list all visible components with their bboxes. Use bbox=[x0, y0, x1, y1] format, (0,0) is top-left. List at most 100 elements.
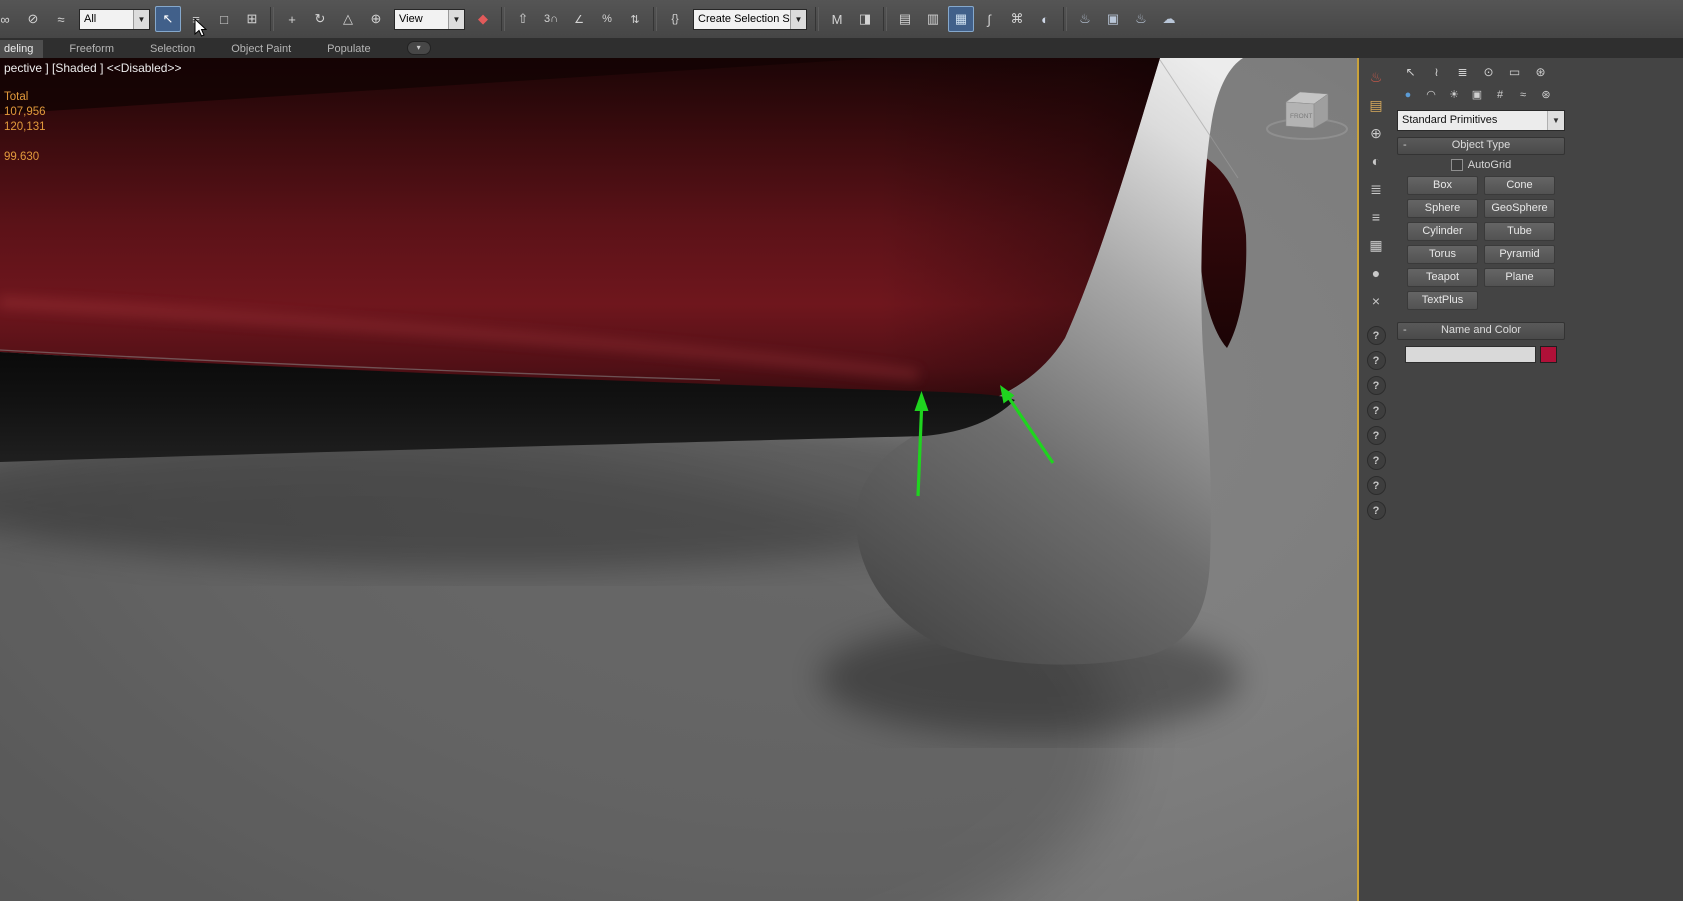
category-space-warps[interactable]: ≈ bbox=[1514, 87, 1532, 104]
box-button[interactable]: Box bbox=[1407, 176, 1478, 195]
placeholder-question-button[interactable]: ? bbox=[1366, 401, 1386, 420]
geosphere-button[interactable]: GeoSphere bbox=[1484, 199, 1555, 218]
category-systems[interactable]: ⊛ bbox=[1537, 87, 1555, 104]
toolbar-separator bbox=[653, 7, 657, 31]
chevron-down-icon[interactable]: ▼ bbox=[133, 9, 149, 29]
cylinder-button[interactable]: Cylinder bbox=[1407, 222, 1478, 241]
select-object-button[interactable]: ↖ bbox=[155, 6, 181, 32]
category-shapes[interactable]: ◠ bbox=[1422, 87, 1440, 104]
render-setup-button[interactable]: ♨ bbox=[1072, 6, 1098, 32]
percent-snap-toggle[interactable]: % bbox=[594, 6, 620, 32]
select-and-link-icon[interactable]: ∞ bbox=[0, 6, 18, 32]
placeholder-question-button[interactable]: ? bbox=[1366, 426, 1386, 445]
torus-button[interactable]: Torus bbox=[1407, 245, 1478, 264]
tab-motion[interactable]: ⊙ bbox=[1479, 64, 1498, 81]
tab-create[interactable]: ↖ bbox=[1401, 64, 1420, 81]
ribbon-tab-freeform[interactable]: Freeform bbox=[59, 40, 124, 58]
toggle-layer-explorer-button[interactable]: ▥ bbox=[920, 6, 946, 32]
collapse-icon: - bbox=[1403, 324, 1407, 336]
window-crossing-toggle[interactable]: ⊞ bbox=[239, 6, 265, 32]
collapse-icon: - bbox=[1403, 139, 1407, 151]
select-and-scale-button[interactable]: △ bbox=[335, 6, 361, 32]
object-color-swatch[interactable] bbox=[1540, 346, 1557, 363]
autogrid-checkbox[interactable] bbox=[1450, 159, 1463, 171]
name-and-color-rollout-header[interactable]: - Name and Color bbox=[1397, 322, 1565, 340]
layers-icon[interactable]: ≣ bbox=[1365, 178, 1387, 200]
align-button[interactable]: ◨ bbox=[852, 6, 878, 32]
object-name-input[interactable] bbox=[1405, 346, 1536, 363]
tab-display[interactable]: ▭ bbox=[1505, 64, 1524, 81]
tab-modify[interactable]: ≀ bbox=[1427, 64, 1446, 81]
edit-named-selection-sets-button[interactable]: {} bbox=[662, 6, 688, 32]
mirror-button[interactable]: M bbox=[824, 6, 850, 32]
placeholder-question-button[interactable]: ? bbox=[1366, 376, 1386, 395]
viewport-canvas[interactable]: FRONT pective ] [Shaded ] <<Disabled>> T… bbox=[0, 58, 1357, 901]
pyramid-button[interactable]: Pyramid bbox=[1484, 245, 1555, 264]
select-and-rotate-button[interactable]: ↻ bbox=[307, 6, 333, 32]
render-teapot-icon[interactable]: ♨ bbox=[1365, 66, 1387, 88]
stack-icon[interactable]: ≡ bbox=[1365, 206, 1387, 228]
selection-filter-dropdown[interactable]: All ▼ bbox=[79, 8, 150, 30]
select-and-move-button[interactable]: + bbox=[279, 6, 305, 32]
close-icon[interactable]: × bbox=[1365, 290, 1387, 312]
cone-button[interactable]: Cone bbox=[1484, 176, 1555, 195]
snaps-toggle-button[interactable]: 3∩ bbox=[538, 6, 564, 32]
named-selection-sets-dropdown[interactable]: Create Selection Se ▼ bbox=[693, 8, 807, 30]
material-library-icon[interactable]: ▤ bbox=[1365, 94, 1387, 116]
curve-editor-button[interactable]: ∫ bbox=[976, 6, 1002, 32]
schematic-view-button[interactable]: ⌘ bbox=[1004, 6, 1030, 32]
chevron-down-icon[interactable]: ▼ bbox=[448, 9, 464, 29]
placeholder-question-button[interactable]: ? bbox=[1366, 501, 1386, 520]
placeholder-question-button[interactable]: ? bbox=[1366, 476, 1386, 495]
command-panel-tabs: ↖ ≀ ≣ ⊙ ▭ ⊛ bbox=[1395, 58, 1567, 83]
placeholder-question-button[interactable]: ? bbox=[1366, 451, 1386, 470]
toggle-scene-explorer-button[interactable]: ▤ bbox=[892, 6, 918, 32]
spinner-snap-toggle[interactable]: ⇅ bbox=[622, 6, 648, 32]
tab-hierarchy[interactable]: ≣ bbox=[1453, 64, 1472, 81]
toggle-ribbon-button[interactable]: ▦ bbox=[948, 6, 974, 32]
textplus-button[interactable]: TextPlus bbox=[1407, 291, 1478, 310]
select-and-manipulate-button[interactable]: ◆ bbox=[470, 6, 496, 32]
unlink-selection-icon[interactable]: ⊘ bbox=[20, 6, 46, 32]
autogrid-label: AutoGrid bbox=[1467, 159, 1512, 171]
plane-button[interactable]: Plane bbox=[1484, 268, 1555, 287]
material-sphere-icon[interactable]: ◐ bbox=[1365, 150, 1387, 172]
ribbon-tab-modeling[interactable]: deling bbox=[0, 40, 44, 58]
placeholder-question-button[interactable]: ? bbox=[1366, 326, 1386, 345]
render-in-cloud-button[interactable]: ☁ bbox=[1156, 6, 1182, 32]
chevron-down-icon[interactable]: ▼ bbox=[1547, 111, 1564, 130]
rendered-frame-window-button[interactable]: ▣ bbox=[1100, 6, 1126, 32]
ribbon-options-button[interactable]: ▾ bbox=[406, 41, 431, 55]
ribbon-tab-populate[interactable]: Populate bbox=[317, 40, 380, 58]
category-lights[interactable]: ☀ bbox=[1445, 87, 1463, 104]
autogrid-row: AutoGrid bbox=[1397, 155, 1565, 174]
ribbon-tab-object-paint[interactable]: Object Paint bbox=[221, 40, 301, 58]
tab-utilities[interactable]: ⊛ bbox=[1531, 64, 1550, 81]
category-geometry[interactable]: ● bbox=[1399, 87, 1417, 104]
tube-button[interactable]: Tube bbox=[1484, 222, 1555, 241]
placeholder-question-button[interactable]: ? bbox=[1366, 351, 1386, 370]
perspective-viewport[interactable]: FRONT pective ] [Shaded ] <<Disabled>> T… bbox=[0, 58, 1359, 901]
ribbon-tab-selection[interactable]: Selection bbox=[140, 40, 205, 58]
category-helpers[interactable]: # bbox=[1491, 87, 1509, 104]
compass-icon[interactable]: ⊕ bbox=[1365, 122, 1387, 144]
viewport-label[interactable]: pective ] [Shaded ] <<Disabled>> bbox=[4, 61, 181, 75]
sphere-icon[interactable]: ● bbox=[1365, 262, 1387, 284]
category-cameras[interactable]: ▣ bbox=[1468, 87, 1486, 104]
bind-to-space-warp-icon[interactable]: ≈ bbox=[48, 6, 74, 32]
object-type-rollout-header[interactable]: - Object Type bbox=[1397, 137, 1565, 155]
grid-box-icon[interactable]: ▦ bbox=[1365, 234, 1387, 256]
keyboard-shortcut-override-toggle[interactable]: ⇧ bbox=[510, 6, 536, 32]
rectangular-selection-region-button[interactable]: □ bbox=[211, 6, 237, 32]
name-and-color-rollout-title: Name and Color bbox=[1440, 324, 1522, 336]
reference-coordinate-system-dropdown[interactable]: View ▼ bbox=[394, 8, 465, 30]
toolbar-separator bbox=[270, 7, 274, 31]
sphere-button[interactable]: Sphere bbox=[1407, 199, 1478, 218]
primitives-dropdown[interactable]: Standard Primitives ▼ bbox=[1397, 110, 1565, 131]
angle-snap-toggle[interactable]: ∠ bbox=[566, 6, 592, 32]
teapot-button[interactable]: Teapot bbox=[1407, 268, 1478, 287]
render-production-button[interactable]: ♨ bbox=[1128, 6, 1154, 32]
chevron-down-icon[interactable]: ▼ bbox=[790, 9, 806, 29]
select-and-place-button[interactable]: ⊕ bbox=[363, 6, 389, 32]
material-editor-button[interactable]: ◐ bbox=[1032, 6, 1058, 32]
